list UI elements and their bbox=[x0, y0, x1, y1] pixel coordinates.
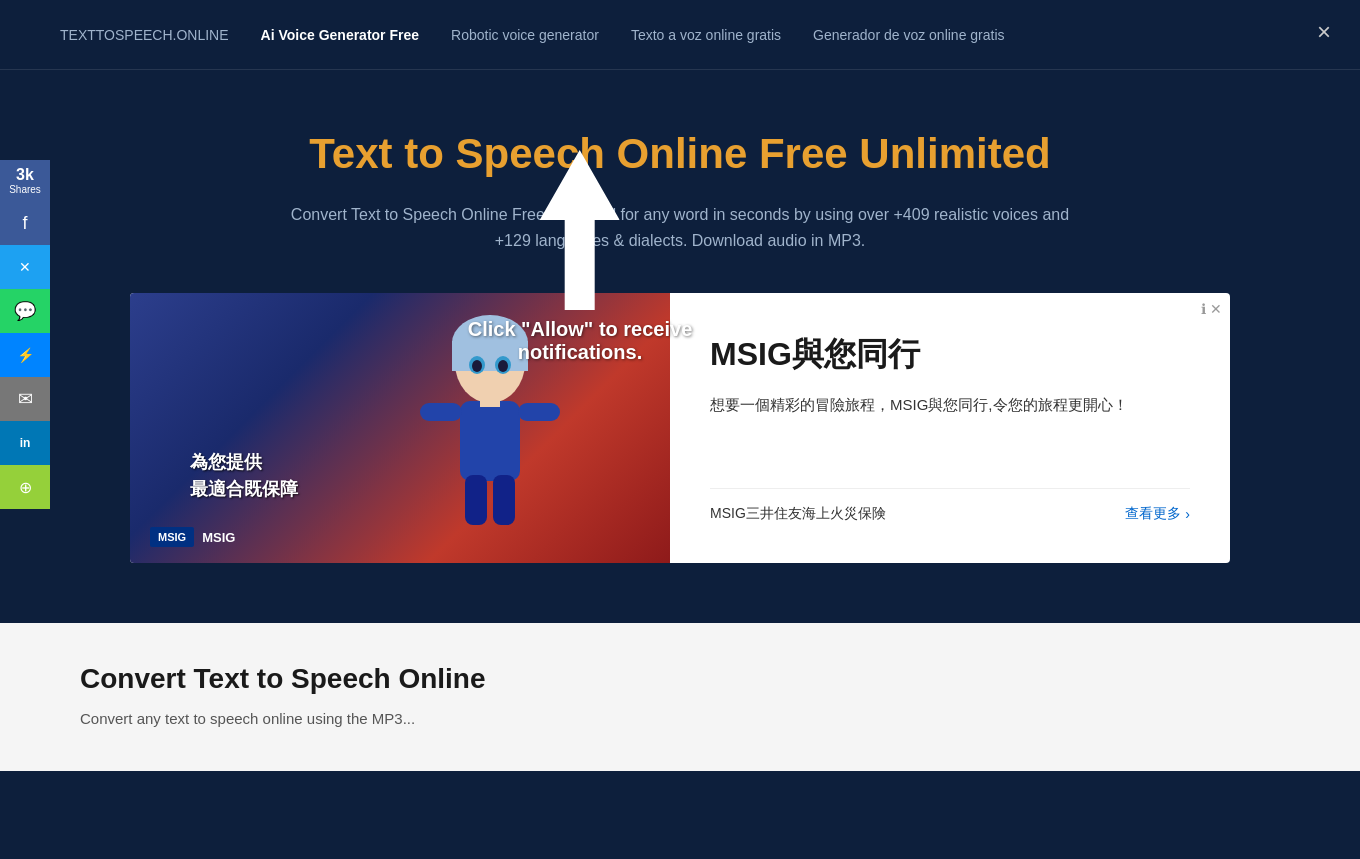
messenger-icon: ⚡ bbox=[17, 347, 34, 363]
svg-rect-9 bbox=[480, 395, 500, 407]
bottom-section: Convert Text to Speech Online Convert an… bbox=[0, 623, 1360, 771]
bottom-desc: Convert any text to speech online using … bbox=[80, 707, 1280, 731]
whatsapp-icon: 💬 bbox=[14, 300, 36, 322]
twitter-share-button[interactable]: ✕ bbox=[0, 245, 50, 289]
share-count-block: 3k Shares bbox=[0, 160, 50, 201]
svg-rect-8 bbox=[460, 401, 520, 481]
nav-ai-voice[interactable]: Ai Voice Generator Free bbox=[261, 27, 419, 43]
facebook-share-button[interactable]: f bbox=[0, 201, 50, 245]
ad-info-button[interactable]: ℹ bbox=[1201, 301, 1206, 317]
header: TEXTTOSPEECH.ONLINE Ai Voice Generator F… bbox=[0, 0, 1360, 70]
msig-logo-text: MSIG bbox=[202, 530, 235, 545]
ad-footer-brand: MSIG三井住友海上火災保険 bbox=[710, 505, 886, 523]
nav-robotic[interactable]: Robotic voice generator bbox=[451, 27, 599, 43]
sharethis-icon: ⊕ bbox=[19, 478, 32, 497]
arrow-up-icon bbox=[540, 150, 620, 310]
ad-image-text: 為您提供 最適合既保障 bbox=[190, 449, 298, 503]
ad-logo-area: MSIG MSIG bbox=[150, 527, 235, 547]
ad-text-line1: 為您提供 bbox=[190, 449, 298, 476]
header-nav: TEXTTOSPEECH.ONLINE Ai Voice Generator F… bbox=[60, 27, 1005, 43]
bottom-title: Convert Text to Speech Online bbox=[80, 663, 1280, 695]
ad-learn-more-link[interactable]: 查看更多 › bbox=[1125, 505, 1190, 523]
twitter-icon: ✕ bbox=[19, 259, 31, 275]
linkedin-share-button[interactable]: in bbox=[0, 421, 50, 465]
ad-brand-desc: 想要一個精彩的冒險旅程，MSIG與您同行,令您的旅程更開心！ bbox=[710, 393, 1190, 417]
notification-text: Click "Allow" to receive notifications. bbox=[468, 318, 693, 364]
ad-learn-more-text: 查看更多 bbox=[1125, 505, 1181, 523]
ad-controls: ℹ ✕ bbox=[1201, 301, 1222, 317]
nav-texto[interactable]: Texto a voz online gratis bbox=[631, 27, 781, 43]
email-icon: ✉ bbox=[18, 388, 33, 410]
share-count-label: Shares bbox=[0, 184, 50, 195]
ad-chevron-right-icon: › bbox=[1185, 506, 1190, 522]
social-sidebar: 3k Shares f ✕ 💬 ⚡ ✉ in ⊕ bbox=[0, 160, 50, 509]
nav-generador[interactable]: Generador de voz online gratis bbox=[813, 27, 1004, 43]
svg-rect-10 bbox=[420, 403, 462, 421]
email-share-button[interactable]: ✉ bbox=[0, 377, 50, 421]
notification-overlay: Click "Allow" to receive notifications. bbox=[468, 150, 693, 364]
msig-logo-label: MSIG bbox=[158, 531, 186, 543]
notification-line1: Click "Allow" to receive bbox=[468, 318, 693, 340]
messenger-share-button[interactable]: ⚡ bbox=[0, 333, 50, 377]
whatsapp-share-button[interactable]: 💬 bbox=[0, 289, 50, 333]
svg-marker-0 bbox=[540, 150, 620, 310]
facebook-icon: f bbox=[22, 213, 27, 234]
sharethis-button[interactable]: ⊕ bbox=[0, 465, 50, 509]
ad-content-section: MSIG與您同行 想要一個精彩的冒險旅程，MSIG與您同行,令您的旅程更開心！ … bbox=[670, 293, 1230, 563]
nav-home[interactable]: TEXTTOSPEECH.ONLINE bbox=[60, 27, 229, 43]
svg-rect-13 bbox=[493, 475, 515, 525]
ad-text-line2: 最適合既保障 bbox=[190, 476, 298, 503]
ad-close-button[interactable]: ✕ bbox=[1210, 301, 1222, 317]
ad-footer: MSIG三井住友海上火災保険 查看更多 › bbox=[710, 488, 1190, 523]
share-count-number: 3k bbox=[0, 166, 50, 184]
ad-brand-title: MSIG與您同行 bbox=[710, 333, 1190, 377]
main-content: Click "Allow" to receive notifications. … bbox=[0, 70, 1360, 603]
close-button[interactable]: × bbox=[1308, 16, 1340, 48]
svg-rect-11 bbox=[518, 403, 560, 421]
linkedin-icon: in bbox=[20, 436, 31, 450]
msig-logo-box: MSIG bbox=[150, 527, 194, 547]
svg-rect-12 bbox=[465, 475, 487, 525]
notification-line2: notifications. bbox=[518, 341, 642, 363]
